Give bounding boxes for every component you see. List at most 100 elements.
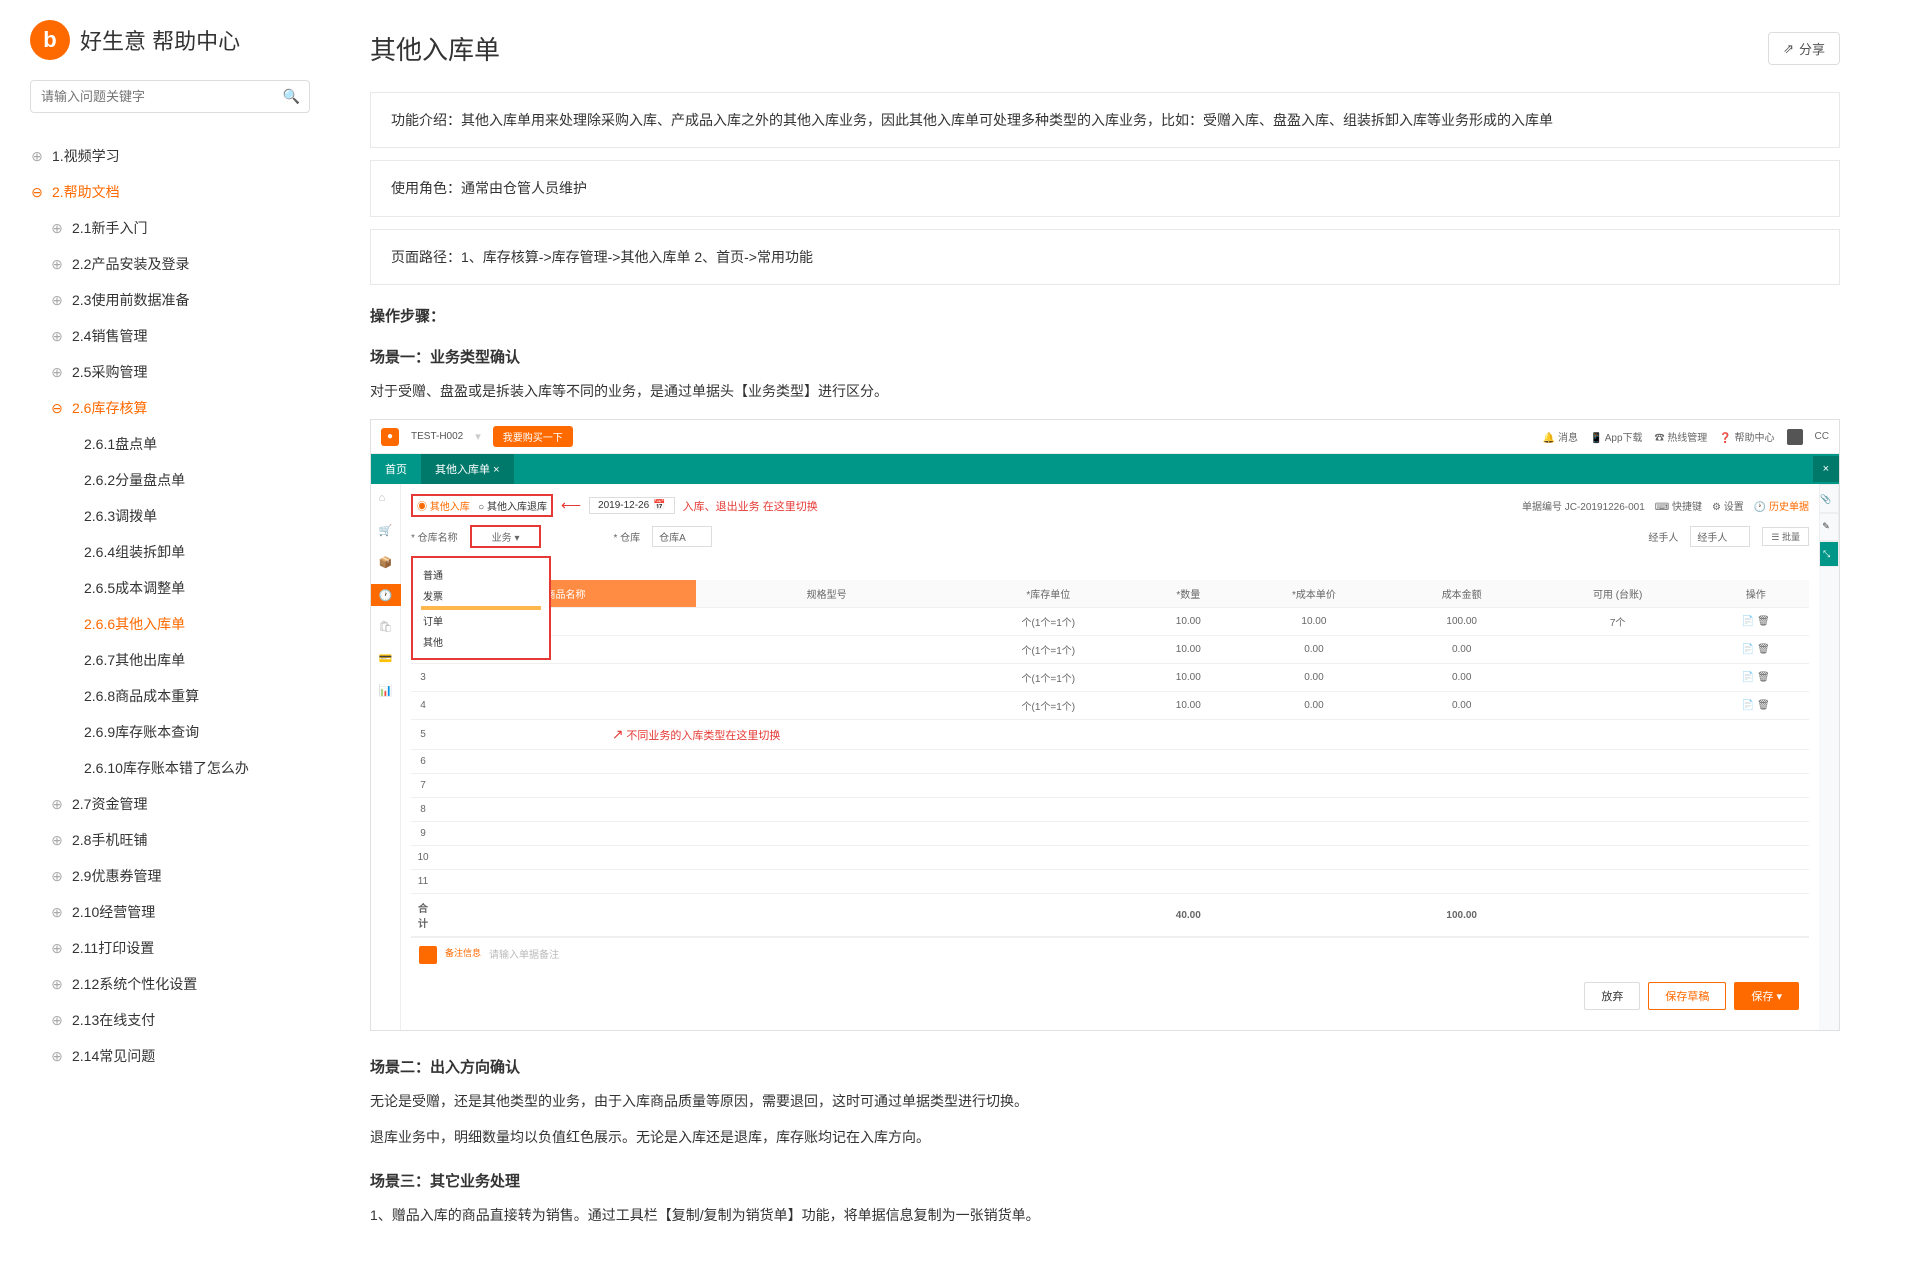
table-row[interactable]: 9	[411, 822, 1809, 846]
ss-help-link[interactable]: ❓ 帮助中心	[1719, 429, 1774, 444]
content: 其他入库单 ⇗分享 功能介绍：其他入库单用来处理除采购入库、产成品入库之外的其他…	[340, 0, 1920, 1268]
ss-dropdown[interactable]: 普通 发票 订单 其他	[411, 556, 551, 660]
ss-setting-link[interactable]: ⚙ 设置	[1712, 498, 1744, 513]
ss-hotline-link[interactable]: ☎ 热线管理	[1655, 429, 1708, 444]
nav-item-25[interactable]: ⊕2.5采购管理	[30, 354, 310, 390]
scene2-text2: 退库业务中，明细数量均以负值红色展示。无论是入库还是退库，库存账均记在入库方向。	[370, 1125, 1840, 1150]
cart-icon[interactable]: 🛒	[379, 524, 393, 538]
nav-item-212[interactable]: ⊕2.12系统个性化设置	[30, 966, 310, 1002]
ss-shortcut-link[interactable]: ⌨ 快捷键	[1655, 498, 1702, 513]
ss-date-picker[interactable]: 2019-12-26 📅	[589, 497, 675, 514]
plus-icon: ⊕	[50, 1013, 64, 1027]
nav-item-262[interactable]: 2.6.2分量盘点单	[30, 462, 310, 498]
ss-table: 商品名称规格型号*库存单位*数量*成本单价成本金额可用 (台账)操作 1个(1个…	[411, 580, 1809, 937]
table-row[interactable]: 1个(1个=1个)10.0010.00100.007个📄 🗑	[411, 608, 1809, 636]
scene3-heading: 场景三：其它业务处理	[370, 1170, 1840, 1191]
ss-radio-out[interactable]: ○ 其他入库退库	[478, 502, 547, 513]
table-row[interactable]: 4个(1个=1个)10.000.000.00📄 🗑	[411, 692, 1809, 720]
nav-item-267[interactable]: 2.6.7其他出库单	[30, 642, 310, 678]
nav-item-266[interactable]: 2.6.6其他入库单	[30, 606, 310, 642]
table-row[interactable]: 2个(1个=1个)10.000.000.00📄 🗑	[411, 636, 1809, 664]
ss-righttab-2[interactable]: ✎	[1819, 513, 1839, 541]
nav-item-docs[interactable]: ⊖2.帮助文档	[30, 174, 310, 210]
plus-icon: ⊕	[50, 869, 64, 883]
ss-annotation-2: 不同业务的入库类型在这里切换	[626, 730, 780, 742]
ss-righttab-3[interactable]: ⤢	[1819, 541, 1839, 566]
nav-item-22[interactable]: ⊕2.2产品安装及登录	[30, 246, 310, 282]
table-row[interactable]: 7	[411, 774, 1809, 798]
nav-item-video[interactable]: ⊕1.视频学习	[30, 138, 310, 174]
ss-righttab-1[interactable]: 📎	[1819, 484, 1839, 513]
table-row[interactable]: 11	[411, 870, 1809, 894]
search-icon[interactable]: 🔍	[283, 88, 300, 105]
scene1-text: 对于受赠、盘盈或是拆装入库等不同的业务，是通过单据头【业务类型】进行区分。	[370, 379, 1840, 404]
ss-biztype-input[interactable]: 业务 ▾	[470, 525, 542, 548]
ss-tab-otherin[interactable]: 其他入库单 ×	[421, 454, 514, 484]
nav-item-213[interactable]: ⊕2.13在线支付	[30, 1002, 310, 1038]
ss-tab-home[interactable]: 首页	[371, 454, 421, 484]
ss-history-link[interactable]: 🕐 历史单据	[1754, 498, 1809, 513]
ss-close-all-icon[interactable]: ×	[1813, 456, 1839, 482]
nav-item-269[interactable]: 2.6.9库存账本查询	[30, 714, 310, 750]
logo: b 好生意 帮助中心	[30, 20, 310, 60]
home-icon[interactable]: ⌂	[379, 492, 393, 506]
plus-icon: ⊕	[50, 797, 64, 811]
nav-item-29[interactable]: ⊕2.9优惠券管理	[30, 858, 310, 894]
box-icon[interactable]: 📦	[379, 556, 393, 570]
plus-icon: ⊕	[50, 365, 64, 379]
info-role: 使用角色：通常由仓管人员维护	[370, 160, 1840, 216]
ss-buy-button[interactable]: 我要购买一下	[493, 426, 573, 447]
ss-avatar-icon[interactable]	[1787, 429, 1803, 445]
ss-draft-button[interactable]: 保存草稿	[1648, 982, 1726, 1010]
nav-item-265[interactable]: 2.6.5成本调整单	[30, 570, 310, 606]
scene1-heading: 场景一：业务类型确认	[370, 346, 1840, 367]
ss-test-label: TEST-H002	[411, 431, 463, 442]
nav-item-211[interactable]: ⊕2.11打印设置	[30, 930, 310, 966]
nav-item-24[interactable]: ⊕2.4销售管理	[30, 318, 310, 354]
logo-text: 好生意 帮助中心	[80, 24, 240, 56]
nav-item-264[interactable]: 2.6.4组装拆卸单	[30, 534, 310, 570]
plus-icon: ⊕	[50, 1049, 64, 1063]
minus-icon: ⊖	[50, 401, 64, 415]
nav-item-28[interactable]: ⊕2.8手机旺铺	[30, 822, 310, 858]
ss-app-link[interactable]: 📱 App下载	[1590, 429, 1642, 444]
scene2-heading: 场景二：出入方向确认	[370, 1056, 1840, 1077]
note-icon	[419, 946, 437, 964]
ss-note-input[interactable]: 请输入单据备注	[489, 946, 559, 964]
close-icon[interactable]: ×	[493, 464, 499, 476]
nav-item-23[interactable]: ⊕2.3使用前数据准备	[30, 282, 310, 318]
plus-icon: ⊕	[50, 905, 64, 919]
share-icon: ⇗	[1783, 41, 1794, 57]
sidebar: b 好生意 帮助中心 🔍 ⊕1.视频学习 ⊖2.帮助文档 ⊕2.1新手入门 ⊕2…	[0, 0, 340, 1268]
nav-item-210[interactable]: ⊕2.10经营管理	[30, 894, 310, 930]
chart-icon[interactable]: 📊	[379, 684, 393, 698]
share-button[interactable]: ⇗分享	[1768, 32, 1840, 65]
ss-radio-in[interactable]: ◉ 其他入库	[417, 502, 470, 513]
scene3-text1: 1、赠品入库的商品直接转为销售。通过工具栏【复制/复制为销货单】功能，将单据信息…	[370, 1203, 1840, 1228]
ss-docno-label: 单据编号 JC-20191226-001	[1522, 498, 1645, 513]
table-row[interactable]: 3个(1个=1个)10.000.000.00📄 🗑	[411, 664, 1809, 692]
search-input[interactable]	[30, 80, 310, 113]
table-row[interactable]: 10	[411, 846, 1809, 870]
table-row[interactable]: 8	[411, 798, 1809, 822]
ss-cancel-button[interactable]: 放弃	[1584, 982, 1640, 1010]
nav-item-263[interactable]: 2.6.3调拨单	[30, 498, 310, 534]
bag-icon[interactable]: 🛍	[379, 620, 393, 634]
table-row[interactable]: 6	[411, 750, 1809, 774]
nav-item-261[interactable]: 2.6.1盘点单	[30, 426, 310, 462]
nav-item-27[interactable]: ⊕2.7资金管理	[30, 786, 310, 822]
ss-user: CC	[1815, 431, 1829, 442]
ss-save-button[interactable]: 保存 ▾	[1734, 982, 1799, 1010]
nav-item-268[interactable]: 2.6.8商品成本重算	[30, 678, 310, 714]
plus-icon: ⊕	[30, 149, 44, 163]
card-icon[interactable]: 💳	[379, 652, 393, 666]
clock-icon[interactable]: 🕐	[371, 584, 401, 606]
ss-msg-icon[interactable]: 🔔 消息	[1543, 429, 1578, 444]
nav-item-26[interactable]: ⊖2.6库存核算	[30, 390, 310, 426]
nav-item-214[interactable]: ⊕2.14常见问题	[30, 1038, 310, 1074]
nav-item-2610[interactable]: 2.6.10库存账本错了怎么办	[30, 750, 310, 786]
plus-icon: ⊕	[50, 941, 64, 955]
plus-icon: ⊕	[50, 221, 64, 235]
nav-item-21[interactable]: ⊕2.1新手入门	[30, 210, 310, 246]
minus-icon: ⊖	[30, 185, 44, 199]
